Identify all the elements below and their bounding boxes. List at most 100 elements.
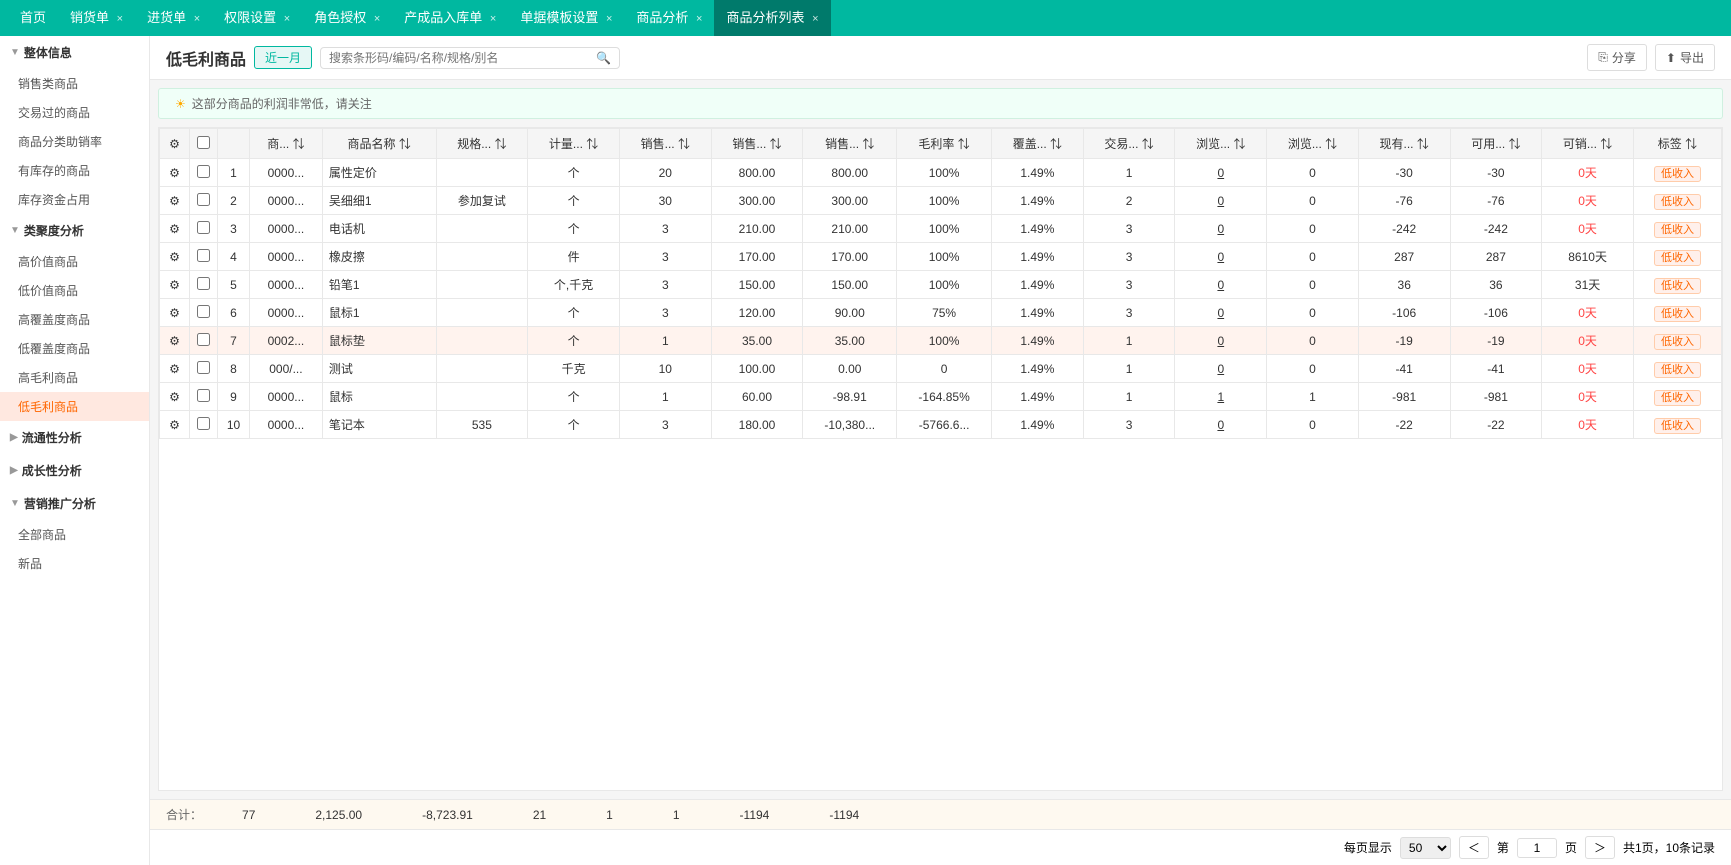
row-select-checkbox[interactable] bbox=[197, 193, 210, 206]
close-icon[interactable]: × bbox=[490, 13, 496, 25]
col-header-sellable[interactable]: 可销... ⇅ bbox=[1542, 129, 1634, 159]
col-header-view2[interactable]: 浏览... ⇅ bbox=[1267, 129, 1359, 159]
nav-template-setting[interactable]: 单据模板设置 × bbox=[508, 0, 624, 36]
row-checkbox[interactable] bbox=[190, 187, 218, 215]
nav-product-entry[interactable]: 产成品入库单 × bbox=[392, 0, 508, 36]
row-select-checkbox[interactable] bbox=[197, 249, 210, 262]
sidebar-section-marketing[interactable]: ▼ 营销推广分析 bbox=[0, 487, 149, 520]
nav-product-analysis[interactable]: 商品分析 × bbox=[624, 0, 714, 36]
row-checkbox[interactable] bbox=[190, 159, 218, 187]
close-icon[interactable]: × bbox=[812, 13, 818, 25]
row-select-checkbox[interactable] bbox=[197, 165, 210, 178]
row-view1[interactable]: 0 bbox=[1175, 327, 1267, 355]
col-header-sales2[interactable]: 销售... ⇅ bbox=[711, 129, 803, 159]
select-all-checkbox[interactable] bbox=[197, 136, 210, 149]
sidebar-section-overall[interactable]: ▼ 整体信息 bbox=[0, 36, 149, 69]
row-view1[interactable]: 0 bbox=[1175, 411, 1267, 439]
row-select-checkbox[interactable] bbox=[197, 389, 210, 402]
col-header-current[interactable]: 现有... ⇅ bbox=[1358, 129, 1450, 159]
row-select-checkbox[interactable] bbox=[197, 333, 210, 346]
row-checkbox[interactable] bbox=[190, 271, 218, 299]
nav-sales-order[interactable]: 销货单 × bbox=[58, 0, 135, 36]
close-icon[interactable]: × bbox=[606, 13, 612, 25]
sidebar-item-new-goods[interactable]: 新品 bbox=[0, 549, 149, 578]
row-checkbox[interactable] bbox=[190, 243, 218, 271]
next-page-button[interactable]: ＞ bbox=[1585, 836, 1615, 859]
row-checkbox[interactable] bbox=[190, 215, 218, 243]
row-checkbox[interactable] bbox=[190, 411, 218, 439]
sidebar-item-low-profit[interactable]: 低毛利商品 bbox=[0, 392, 149, 421]
row-checkbox[interactable] bbox=[190, 299, 218, 327]
col-header-unit[interactable]: 计量... ⇅ bbox=[528, 129, 620, 159]
search-box[interactable]: 🔍 bbox=[320, 47, 620, 69]
sidebar-section-cluster[interactable]: ▼ 类聚度分析 bbox=[0, 214, 149, 247]
search-input[interactable] bbox=[329, 51, 596, 65]
row-checkbox[interactable] bbox=[190, 383, 218, 411]
row-view1[interactable]: 0 bbox=[1175, 299, 1267, 327]
nav-purchase-order[interactable]: 进货单 × bbox=[135, 0, 212, 36]
row-select-checkbox[interactable] bbox=[197, 305, 210, 318]
col-header-avail[interactable]: 可用... ⇅ bbox=[1450, 129, 1542, 159]
row-gear[interactable]: ⚙ bbox=[160, 411, 190, 439]
page-input[interactable] bbox=[1517, 838, 1557, 858]
col-header-spec[interactable]: 规格... ⇅ bbox=[436, 129, 528, 159]
share-button[interactable]: ⎘ 分享 bbox=[1587, 44, 1647, 71]
row-select-checkbox[interactable] bbox=[197, 417, 210, 430]
nav-product-analysis-list[interactable]: 商品分析列表 × bbox=[714, 0, 830, 36]
close-icon[interactable]: × bbox=[194, 13, 200, 25]
row-view1[interactable]: 0 bbox=[1175, 243, 1267, 271]
row-select-checkbox[interactable] bbox=[197, 221, 210, 234]
col-header-sales3[interactable]: 销售... ⇅ bbox=[803, 129, 897, 159]
date-filter-button[interactable]: 近一月 bbox=[254, 46, 312, 69]
col-header-gross[interactable]: 毛利率 ⇅ bbox=[897, 129, 992, 159]
row-checkbox[interactable] bbox=[190, 327, 218, 355]
row-view1[interactable]: 0 bbox=[1175, 355, 1267, 383]
col-header-tag[interactable]: 标签 ⇅ bbox=[1633, 129, 1721, 159]
row-gear[interactable]: ⚙ bbox=[160, 355, 190, 383]
close-icon[interactable]: × bbox=[117, 13, 123, 25]
col-header-code[interactable]: 商... ⇅ bbox=[250, 129, 323, 159]
row-select-checkbox[interactable] bbox=[197, 277, 210, 290]
search-icon[interactable]: 🔍 bbox=[596, 51, 611, 65]
close-icon[interactable]: × bbox=[696, 13, 702, 25]
col-header-trade[interactable]: 交易... ⇅ bbox=[1083, 129, 1175, 159]
row-gear[interactable]: ⚙ bbox=[160, 327, 190, 355]
nav-home[interactable]: 首页 bbox=[8, 0, 58, 36]
row-gear[interactable]: ⚙ bbox=[160, 299, 190, 327]
col-header-cover[interactable]: 覆盖... ⇅ bbox=[992, 129, 1084, 159]
row-gear[interactable]: ⚙ bbox=[160, 243, 190, 271]
row-view1[interactable]: 0 bbox=[1175, 271, 1267, 299]
row-gear[interactable]: ⚙ bbox=[160, 159, 190, 187]
row-view1[interactable]: 0 bbox=[1175, 187, 1267, 215]
row-view1[interactable]: 0 bbox=[1175, 215, 1267, 243]
sidebar-item-low-coverage[interactable]: 低覆盖度商品 bbox=[0, 334, 149, 363]
col-header-name[interactable]: 商品名称 ⇅ bbox=[322, 129, 436, 159]
row-view1[interactable]: 0 bbox=[1175, 159, 1267, 187]
sidebar-item-high-coverage[interactable]: 高覆盖度商品 bbox=[0, 305, 149, 334]
row-view1[interactable]: 1 bbox=[1175, 383, 1267, 411]
row-gear[interactable]: ⚙ bbox=[160, 187, 190, 215]
close-icon[interactable]: × bbox=[284, 13, 290, 25]
sidebar-item-stock-goods[interactable]: 有库存的商品 bbox=[0, 156, 149, 185]
row-select-checkbox[interactable] bbox=[197, 361, 210, 374]
per-page-select[interactable]: 50 20 100 bbox=[1400, 837, 1451, 859]
sidebar-item-high-value[interactable]: 高价值商品 bbox=[0, 247, 149, 276]
sidebar-item-category-sales[interactable]: 商品分类助销率 bbox=[0, 127, 149, 156]
sidebar-section-growth[interactable]: ▶ 成长性分析 bbox=[0, 454, 149, 487]
row-checkbox[interactable] bbox=[190, 355, 218, 383]
row-gear[interactable]: ⚙ bbox=[160, 383, 190, 411]
col-header-sales1[interactable]: 销售... ⇅ bbox=[619, 129, 711, 159]
export-button[interactable]: ⬆ 导出 bbox=[1655, 44, 1715, 71]
col-header-check[interactable] bbox=[190, 129, 218, 159]
col-header-view1[interactable]: 浏览... ⇅ bbox=[1175, 129, 1267, 159]
col-header-gear[interactable]: ⚙ bbox=[160, 129, 190, 159]
nav-role-auth[interactable]: 角色授权 × bbox=[302, 0, 392, 36]
sidebar-item-stock-capital[interactable]: 库存资金占用 bbox=[0, 185, 149, 214]
sidebar-item-all-goods[interactable]: 全部商品 bbox=[0, 520, 149, 549]
close-icon[interactable]: × bbox=[374, 13, 380, 25]
sidebar-item-sales-goods[interactable]: 销售类商品 bbox=[0, 69, 149, 98]
row-gear[interactable]: ⚙ bbox=[160, 271, 190, 299]
prev-page-button[interactable]: ＜ bbox=[1459, 836, 1489, 859]
sidebar-item-low-value[interactable]: 低价值商品 bbox=[0, 276, 149, 305]
nav-permission-setting[interactable]: 权限设置 × bbox=[212, 0, 302, 36]
